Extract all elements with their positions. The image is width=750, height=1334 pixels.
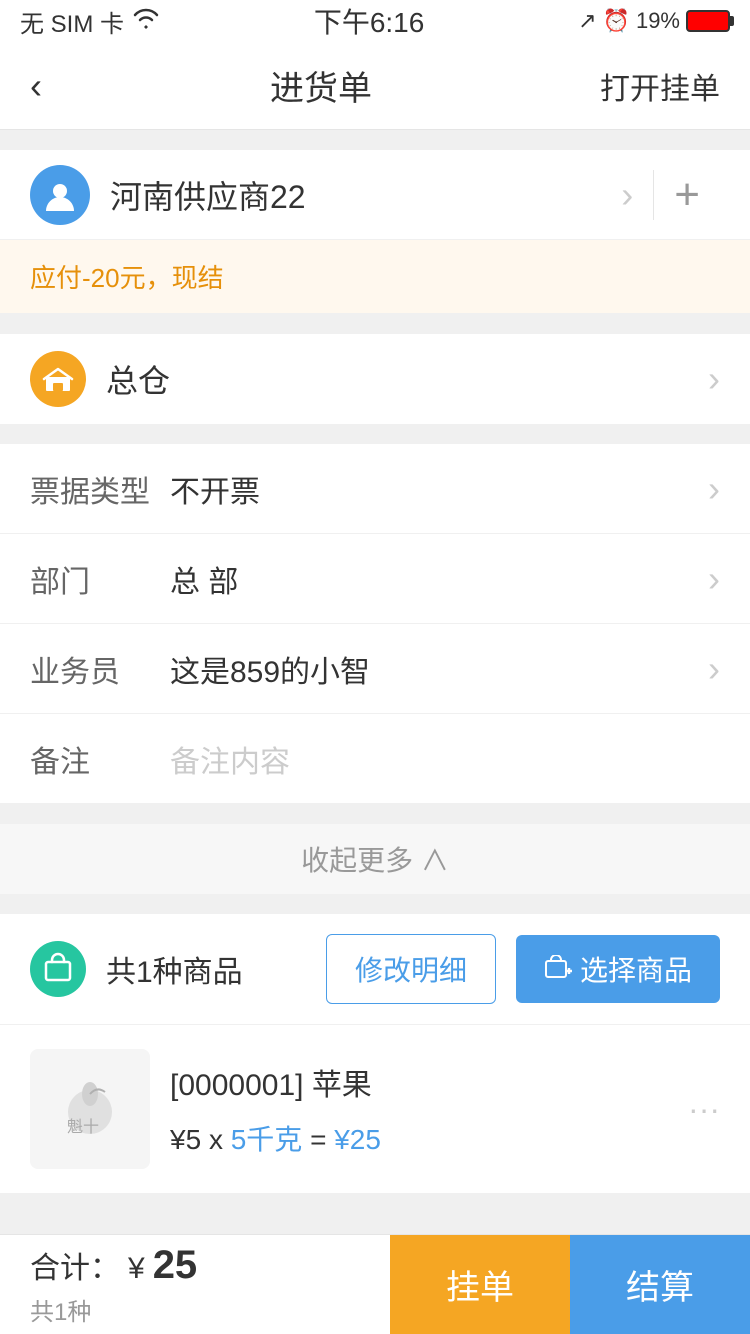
- bottom-bar: 合计： ¥ 25 共1种 挂单 结算: [0, 1234, 750, 1334]
- location-icon: ↗: [578, 8, 596, 34]
- form-section: 票据类型 不开票 部门 总 部 业务员 这是859的小智 备注 备注内容: [0, 444, 750, 804]
- department-row[interactable]: 部门 总 部: [0, 534, 750, 624]
- carrier-text: 无 SIM 卡: [20, 4, 124, 39]
- battery-percent: 19%: [636, 8, 680, 34]
- product-item: 魁十 [0000001] 苹果 ¥5 x 5千克 = ¥25 ···: [0, 1024, 750, 1193]
- status-right: ↗ ⏰ 19%: [578, 8, 730, 34]
- invoice-type-label: 票据类型: [30, 467, 150, 511]
- supplier-name: 河南供应商22: [110, 172, 621, 218]
- total-section: 合计： ¥ 25 共1种: [0, 1235, 390, 1334]
- total-sub: 共1种: [30, 1292, 360, 1327]
- total-symbol: ¥: [128, 1252, 145, 1286]
- product-more-button[interactable]: ···: [688, 1091, 720, 1128]
- select-product-label: 选择商品: [580, 949, 692, 989]
- remark-row[interactable]: 备注 备注内容: [0, 714, 750, 804]
- product-unit-price: ¥5: [170, 1124, 201, 1155]
- product-multiply: x: [209, 1124, 231, 1155]
- product-count-icon: [30, 941, 86, 997]
- warehouse-section: 总仓: [0, 334, 750, 424]
- collapse-row[interactable]: 收起更多 ∧: [0, 824, 750, 894]
- total-amount: 25: [153, 1243, 198, 1288]
- hang-order-button[interactable]: 挂单: [390, 1235, 570, 1334]
- product-count-text: 共1种商品: [106, 947, 306, 991]
- open-pending-button[interactable]: 打开挂单: [600, 64, 720, 108]
- notice-bar: 应付-20元，现结: [0, 240, 750, 314]
- remark-input[interactable]: 备注内容: [150, 737, 720, 781]
- product-quantity: 5千克: [231, 1124, 303, 1155]
- invoice-type-value: 不开票: [150, 467, 708, 511]
- warehouse-name: 总仓: [106, 356, 708, 402]
- divider-1: [0, 314, 750, 334]
- warehouse-row[interactable]: 总仓: [0, 334, 750, 424]
- supplier-row[interactable]: 河南供应商22 +: [0, 150, 750, 240]
- product-price-row: ¥5 x 5千克 = ¥25: [170, 1118, 688, 1158]
- supplier-section: 河南供应商22 + 应付-20元，现结: [0, 150, 750, 314]
- product-code: [0000001]: [170, 1069, 303, 1102]
- modify-detail-button[interactable]: 修改明细: [326, 934, 496, 1004]
- page-title: 进货单: [270, 61, 372, 110]
- wifi-icon: [132, 7, 160, 36]
- department-chevron-icon: [708, 558, 720, 600]
- add-supplier-button[interactable]: +: [653, 170, 720, 220]
- warehouse-icon: [30, 351, 86, 407]
- supplier-avatar: [30, 165, 90, 225]
- product-info: [0000001] 苹果 ¥5 x 5千克 = ¥25: [170, 1060, 688, 1158]
- select-product-button[interactable]: 选择商品: [516, 935, 720, 1003]
- back-button[interactable]: ‹: [30, 65, 42, 107]
- remark-label: 备注: [30, 737, 150, 781]
- sales-rep-label: 业务员: [30, 647, 150, 691]
- sales-rep-chevron-icon: [708, 648, 720, 690]
- checkout-button[interactable]: 结算: [570, 1235, 750, 1334]
- collapse-label: 收起更多 ∧: [301, 839, 449, 879]
- svg-text:魁十: 魁十: [67, 1118, 99, 1136]
- department-value: 总 部: [150, 557, 708, 601]
- status-bar: 无 SIM 卡 下午6:16 ↗ ⏰ 19%: [0, 0, 750, 42]
- product-equals: =: [310, 1124, 334, 1155]
- status-left: 无 SIM 卡: [20, 4, 160, 39]
- product-total: ¥25: [334, 1124, 381, 1155]
- alarm-icon: ⏰: [603, 8, 630, 34]
- product-name: [0000001] 苹果: [170, 1060, 688, 1104]
- total-label: 合计：: [30, 1243, 120, 1287]
- total-main: 合计： ¥ 25: [30, 1243, 360, 1288]
- department-label: 部门: [30, 557, 150, 601]
- battery-icon: [686, 10, 730, 32]
- top-divider: [0, 130, 750, 150]
- warehouse-chevron-icon: [708, 358, 720, 400]
- sales-rep-row[interactable]: 业务员 这是859的小智: [0, 624, 750, 714]
- products-header: 共1种商品 修改明细 选择商品: [0, 914, 750, 1024]
- sales-rep-value: 这是859的小智: [150, 647, 708, 691]
- nav-bar: ‹ 进货单 打开挂单: [0, 42, 750, 130]
- invoice-type-chevron-icon: [708, 468, 720, 510]
- product-thumbnail: 魁十: [30, 1049, 150, 1169]
- product-title: 苹果: [312, 1069, 372, 1102]
- supplier-chevron-icon: [621, 174, 633, 216]
- invoice-type-row[interactable]: 票据类型 不开票: [0, 444, 750, 534]
- status-time: 下午6:16: [314, 1, 425, 41]
